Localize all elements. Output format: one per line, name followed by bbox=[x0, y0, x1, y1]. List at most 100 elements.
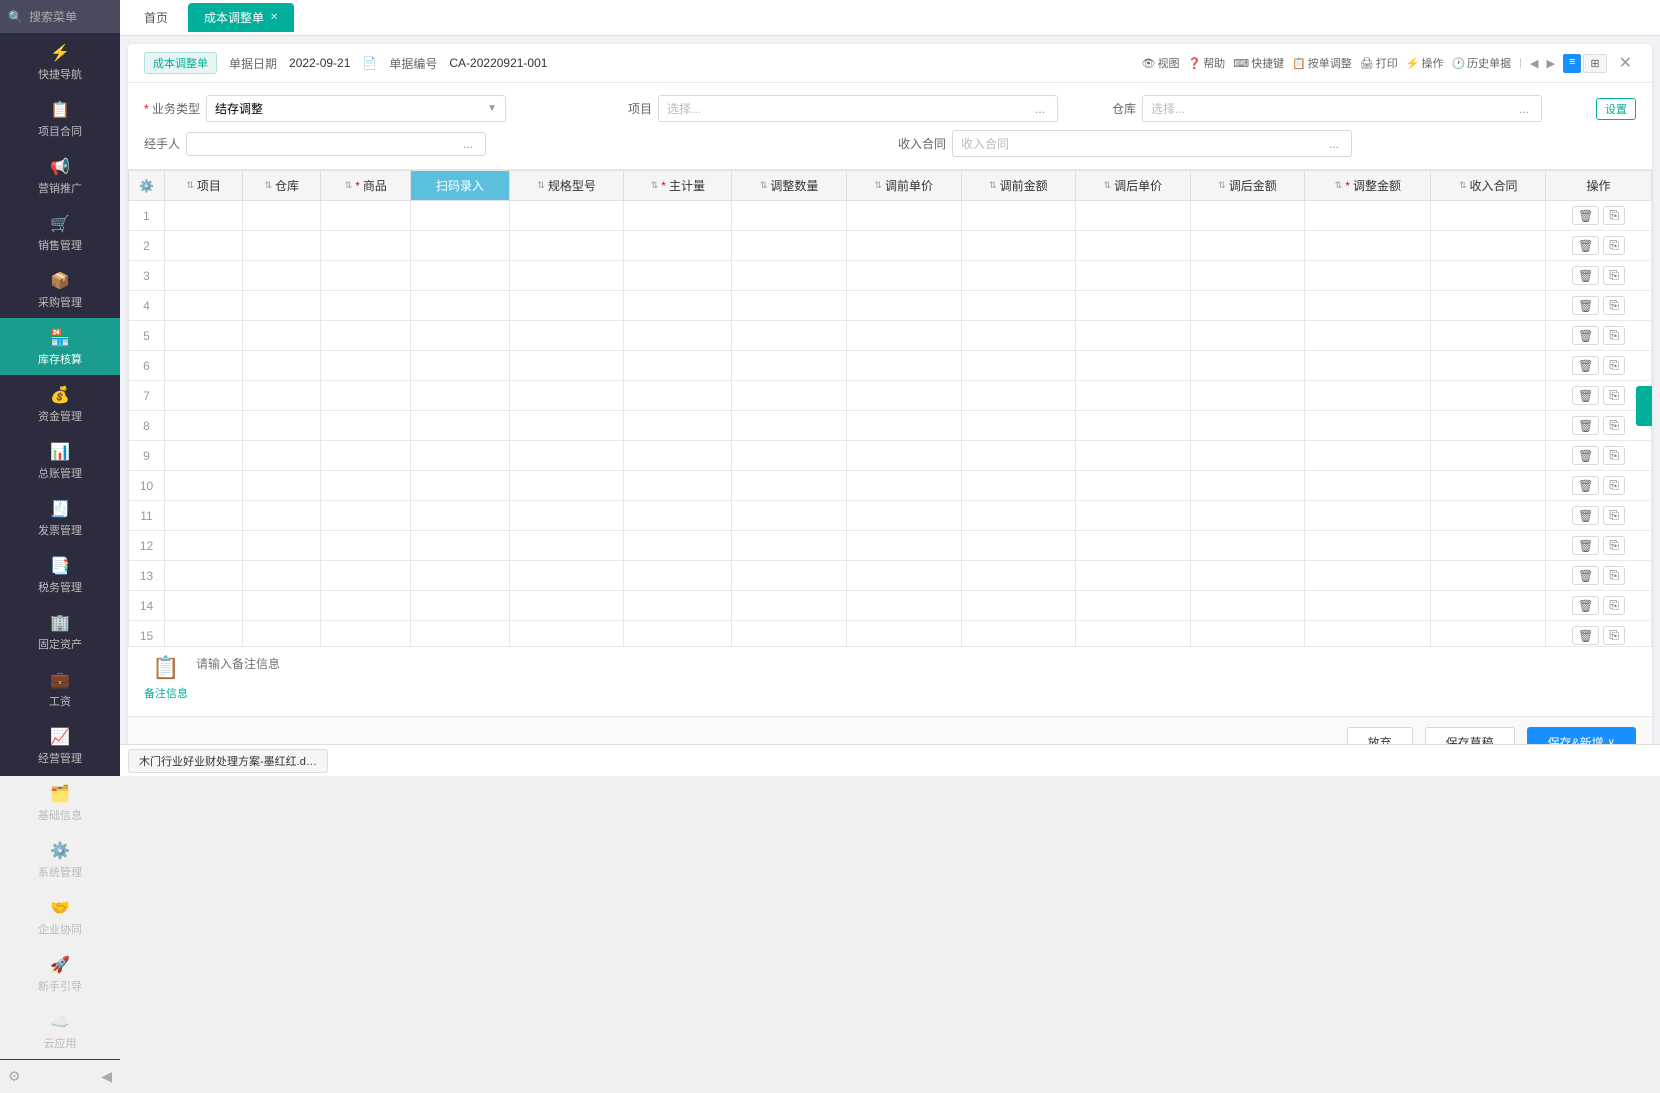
copy-row-btn[interactable]: ⎘ bbox=[1603, 236, 1625, 255]
delete-row-btn[interactable]: 🗑 bbox=[1572, 326, 1599, 345]
sort-icon-adj_amount[interactable]: ⇅ bbox=[1335, 180, 1343, 191]
collapse-icon[interactable]: ◀ bbox=[101, 1068, 112, 1085]
handler-ellipsis[interactable]: ... bbox=[459, 137, 477, 151]
copy-row-btn[interactable]: ⎘ bbox=[1603, 386, 1625, 405]
col-label-income_contract: 收入合同 bbox=[1470, 177, 1518, 194]
income-contract-select[interactable]: 收入合同 ... bbox=[952, 130, 1352, 157]
project-select[interactable]: 选择... ... bbox=[658, 95, 1058, 122]
copy-row-btn[interactable]: ⎘ bbox=[1603, 476, 1625, 495]
search-icon: 🔍 bbox=[8, 10, 23, 24]
delete-row-btn[interactable]: 🗑 bbox=[1572, 566, 1599, 585]
delete-row-btn[interactable]: 🗑 bbox=[1572, 266, 1599, 285]
sort-icon-post_amount[interactable]: ⇅ bbox=[1218, 180, 1226, 191]
col-label-unit: 主计量 bbox=[669, 177, 705, 194]
notes-input[interactable] bbox=[196, 655, 1636, 683]
help-btn[interactable]: ❓帮助 bbox=[1187, 55, 1225, 71]
taskbar-item[interactable]: 木门行业好业财处理方案-墨红红.doc - WPS Office bbox=[128, 749, 328, 773]
sidebar-item-fixed-assets[interactable]: 🏢 固定资产 bbox=[0, 603, 120, 660]
delete-row-btn[interactable]: 🗑 bbox=[1572, 476, 1599, 495]
sidebar-item-project-contract[interactable]: 📋 项目合同 bbox=[0, 90, 120, 147]
copy-row-btn[interactable]: ⎘ bbox=[1603, 206, 1625, 225]
sidebar-search[interactable]: 🔍 搜索菜单 bbox=[0, 0, 120, 33]
delete-row-btn[interactable]: 🗑 bbox=[1572, 206, 1599, 225]
delete-row-btn[interactable]: 🗑 bbox=[1572, 596, 1599, 615]
delete-row-btn[interactable]: 🗑 bbox=[1572, 506, 1599, 525]
sort-icon-income_contract[interactable]: ⇅ bbox=[1459, 180, 1467, 191]
delete-row-btn[interactable]: 🗑 bbox=[1572, 386, 1599, 405]
sidebar-item-finance[interactable]: 💰 资金管理 bbox=[0, 375, 120, 432]
sort-icon-post_price[interactable]: ⇅ bbox=[1104, 180, 1112, 191]
sidebar-item-inventory[interactable]: 🏪 库存核算 bbox=[0, 318, 120, 375]
sidebar-item-basic-info[interactable]: 🗂️ 基础信息 bbox=[0, 774, 120, 831]
delete-row-btn[interactable]: 🗑 bbox=[1572, 626, 1599, 645]
print-btn[interactable]: 🖨打印 bbox=[1360, 55, 1398, 71]
sort-icon-unit[interactable]: ⇅ bbox=[651, 180, 659, 191]
system-icon: ⚙️ bbox=[50, 841, 70, 861]
cell-unit bbox=[624, 351, 732, 381]
sidebar-item-payroll[interactable]: 💼 工资 bbox=[0, 660, 120, 717]
copy-row-btn[interactable]: ⎘ bbox=[1603, 506, 1625, 525]
copy-row-btn[interactable]: ⎘ bbox=[1603, 596, 1625, 615]
copy-row-btn[interactable]: ⎘ bbox=[1603, 296, 1625, 315]
warehouse-select[interactable]: 选择... ... bbox=[1142, 95, 1542, 122]
tab-home[interactable]: 首页 bbox=[128, 3, 184, 32]
sort-icon-pre_price[interactable]: ⇅ bbox=[874, 180, 882, 191]
sidebar-item-guide[interactable]: 🚀 新手引导 bbox=[0, 945, 120, 1002]
project-ellipsis[interactable]: ... bbox=[1031, 102, 1049, 116]
sort-icon-warehouse[interactable]: ⇅ bbox=[265, 180, 273, 191]
sort-icon-spec[interactable]: ⇅ bbox=[537, 180, 545, 191]
view-btn[interactable]: 👁视图 bbox=[1142, 55, 1180, 71]
sidebar-item-system[interactable]: ⚙️ 系统管理 bbox=[0, 831, 120, 888]
sidebar-item-purchase[interactable]: 📦 采购管理 bbox=[0, 261, 120, 318]
cell-adj_qty bbox=[732, 501, 847, 531]
delete-row-btn[interactable]: 🗑 bbox=[1572, 416, 1599, 435]
sort-icon-project[interactable]: ⇅ bbox=[186, 180, 194, 191]
shortcut-btn[interactable]: ⌨快捷键 bbox=[1233, 55, 1284, 71]
copy-row-btn[interactable]: ⎘ bbox=[1603, 416, 1625, 435]
biz-type-select[interactable]: 结存调整 ▼ bbox=[206, 95, 506, 122]
delete-row-btn[interactable]: 🗑 bbox=[1572, 536, 1599, 555]
delete-row-btn[interactable]: 🗑 bbox=[1572, 236, 1599, 255]
sort-icon-pre_amount[interactable]: ⇅ bbox=[989, 180, 997, 191]
notes-icon-area[interactable]: 📋 备注信息 bbox=[144, 655, 188, 701]
col-header-gear[interactable]: ⚙️ bbox=[129, 171, 165, 201]
history-btn[interactable]: 🕐历史单据 bbox=[1451, 55, 1511, 71]
cell-pre_amount bbox=[961, 201, 1076, 231]
sidebar-item-ledger[interactable]: 📊 总账管理 bbox=[0, 432, 120, 489]
copy-row-btn[interactable]: ⎘ bbox=[1603, 446, 1625, 465]
sort-icon-adj_qty[interactable]: ⇅ bbox=[760, 180, 768, 191]
copy-row-btn[interactable]: ⎘ bbox=[1603, 626, 1625, 645]
warehouse-ellipsis[interactable]: ... bbox=[1515, 102, 1533, 116]
delete-row-btn[interactable]: 🗑 bbox=[1572, 296, 1599, 315]
right-edge-indicator[interactable] bbox=[1636, 386, 1652, 426]
copy-row-btn[interactable]: ⎘ bbox=[1603, 566, 1625, 585]
delete-row-btn[interactable]: 🗑 bbox=[1572, 446, 1599, 465]
sidebar-item-sales[interactable]: 🛒 销售管理 bbox=[0, 204, 120, 261]
actions-btn[interactable]: ⚡操作 bbox=[1406, 55, 1444, 71]
review-btn[interactable]: 📋按单调整 bbox=[1292, 55, 1352, 71]
sidebar-item-cloud[interactable]: ☁️ 云应用 bbox=[0, 1002, 120, 1059]
sidebar-item-marketing[interactable]: 📢 营销推广 bbox=[0, 147, 120, 204]
income-ellipsis[interactable]: ... bbox=[1325, 137, 1343, 151]
settings-btn[interactable]: 设置 bbox=[1596, 98, 1636, 120]
tab-cost-adjust[interactable]: 成本调整单✕ bbox=[188, 3, 294, 32]
close-btn[interactable]: ✕ bbox=[1615, 53, 1636, 73]
operations-icon: 📈 bbox=[50, 727, 70, 747]
sort-icon-product[interactable]: ⇅ bbox=[345, 180, 353, 191]
copy-row-btn[interactable]: ⎘ bbox=[1603, 266, 1625, 285]
copy-row-btn[interactable]: ⎘ bbox=[1603, 356, 1625, 375]
sidebar-item-quick-nav[interactable]: ⚡ 快捷导航 bbox=[0, 33, 120, 90]
project-label: 项目 bbox=[628, 100, 652, 117]
delete-row-btn[interactable]: 🗑 bbox=[1572, 356, 1599, 375]
settings-icon[interactable]: ⚙ bbox=[8, 1068, 21, 1085]
sidebar-item-tax[interactable]: 📑 税务管理 bbox=[0, 546, 120, 603]
sidebar-item-operations[interactable]: 📈 经营管理 bbox=[0, 717, 120, 774]
tab-close-cost-adjust[interactable]: ✕ bbox=[270, 12, 278, 23]
handler-select[interactable]: ... bbox=[186, 132, 486, 156]
sidebar-item-invoice[interactable]: 🧾 发票管理 bbox=[0, 489, 120, 546]
copy-row-btn[interactable]: ⎘ bbox=[1603, 536, 1625, 555]
sidebar-item-enterprise[interactable]: 🤝 企业协同 bbox=[0, 888, 120, 945]
cell-scan bbox=[411, 411, 510, 441]
purchase-icon: 📦 bbox=[50, 271, 70, 291]
copy-row-btn[interactable]: ⎘ bbox=[1603, 326, 1625, 345]
